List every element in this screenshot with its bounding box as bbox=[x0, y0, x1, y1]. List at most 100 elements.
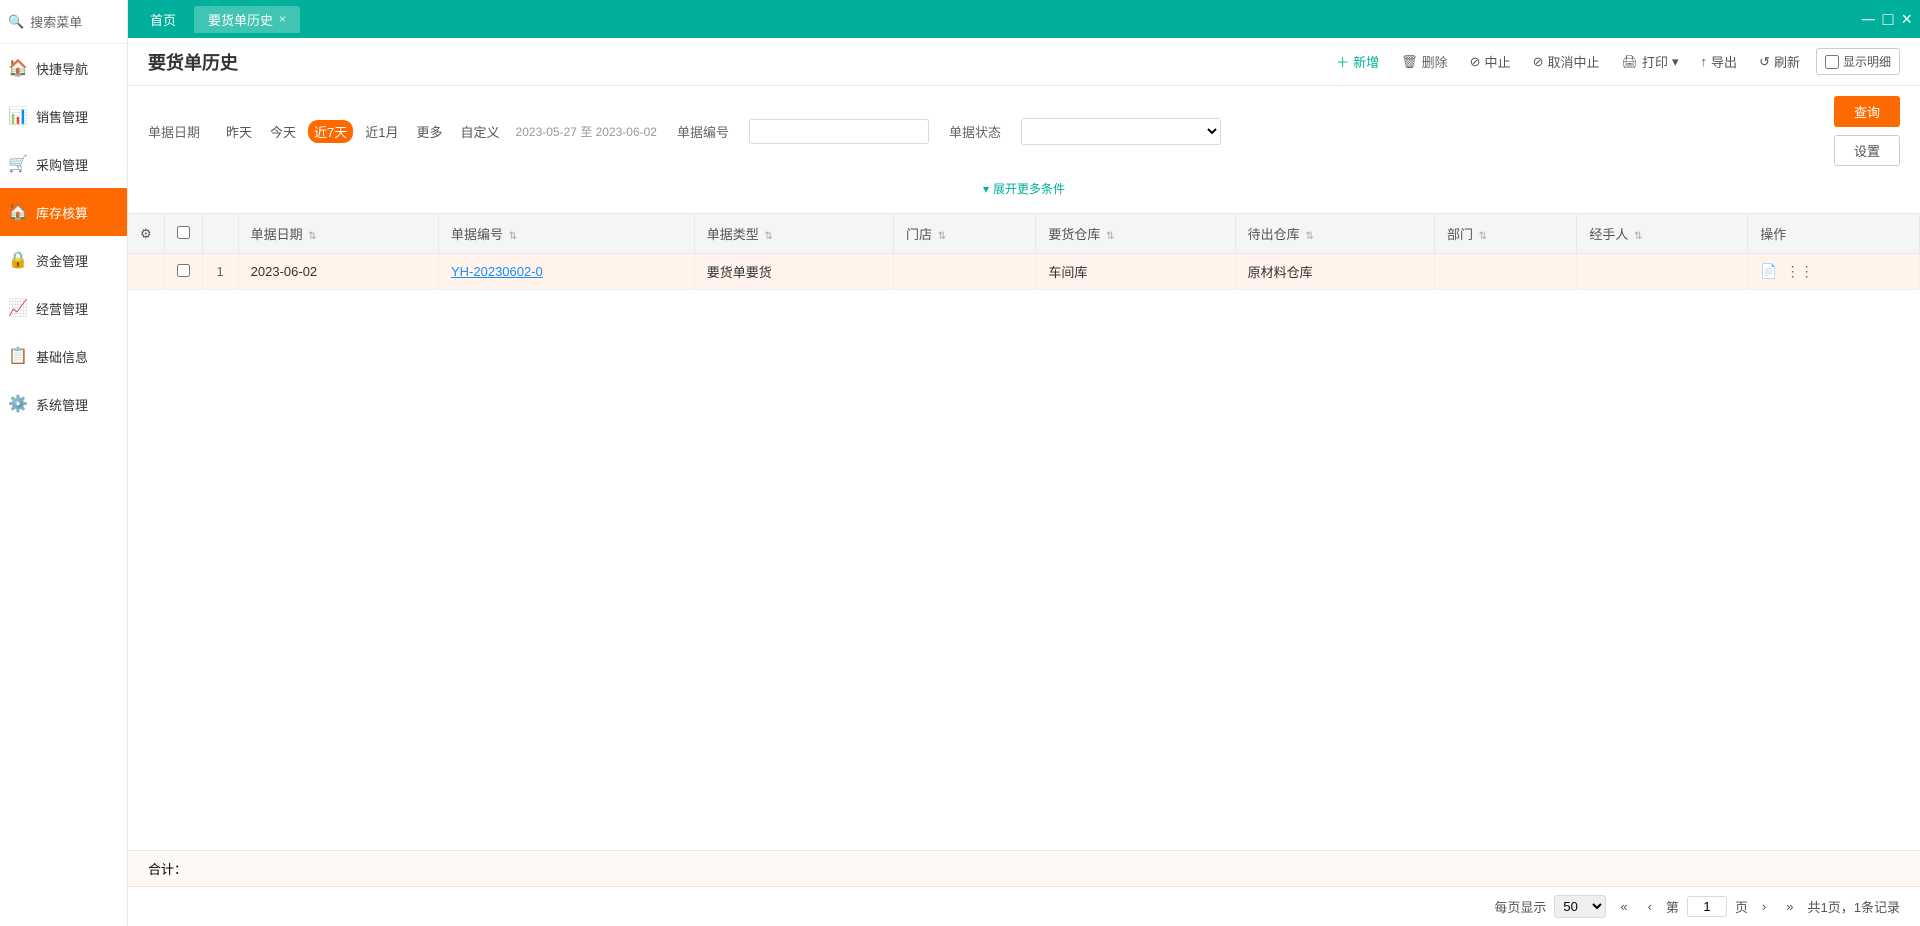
col-action-label: 操作 bbox=[1760, 227, 1786, 242]
col-settings[interactable]: ⚙ bbox=[128, 214, 164, 254]
row-date: 2023-06-02 bbox=[238, 254, 438, 290]
row-num: 1 bbox=[202, 254, 238, 290]
page-label: 第 bbox=[1666, 897, 1679, 916]
sidebar-item-label: 基础信息 bbox=[36, 347, 88, 366]
date-option-1month[interactable]: 近1月 bbox=[359, 120, 404, 143]
sidebar-item-purchase[interactable]: 🛒 采购管理 bbox=[0, 140, 127, 188]
sidebar-item-operations[interactable]: 📈 经营管理 bbox=[0, 284, 127, 332]
tab-close-icon[interactable]: × bbox=[279, 12, 286, 26]
expand-chevron-icon: ▾ bbox=[983, 182, 989, 196]
delete-button[interactable]: 🗑 删除 bbox=[1395, 48, 1454, 75]
date-option-more[interactable]: 更多 bbox=[411, 120, 449, 143]
window-minimize-icon[interactable]: ─ bbox=[1862, 9, 1875, 30]
doc-no-input[interactable] bbox=[749, 119, 929, 144]
status-select[interactable] bbox=[1022, 119, 1220, 144]
sidebar-item-quick-nav[interactable]: 🏠 快捷导航 bbox=[0, 44, 127, 92]
sidebar-item-system[interactable]: ⚙️ 系统管理 bbox=[0, 380, 127, 428]
date-option-custom[interactable]: 自定义 bbox=[455, 120, 506, 143]
col-req-warehouse-sort-icon: ⇅ bbox=[1106, 231, 1114, 242]
new-label: 新增 bbox=[1353, 52, 1379, 71]
sidebar-item-label: 采购管理 bbox=[36, 155, 88, 174]
page-number-input[interactable] bbox=[1687, 896, 1727, 917]
sidebar-item-label: 系统管理 bbox=[36, 395, 88, 414]
cancel-stop-button[interactable]: ⊘ 取消中止 bbox=[1527, 48, 1606, 75]
row-checkbox-cell[interactable] bbox=[164, 254, 202, 290]
sidebar-item-label: 资金管理 bbox=[36, 251, 88, 270]
col-action: 操作 bbox=[1748, 214, 1920, 254]
row-edit-icon[interactable]: 📄 bbox=[1760, 263, 1777, 280]
date-option-7days[interactable]: 近7天 bbox=[308, 120, 353, 143]
date-option-today[interactable]: 今天 bbox=[264, 120, 302, 143]
sidebar-item-inventory[interactable]: 🏠 库存核算 bbox=[0, 188, 127, 236]
show-detail-checkbox[interactable] bbox=[1825, 55, 1839, 69]
row-more-icon[interactable]: ⋮⋮ bbox=[1786, 263, 1814, 280]
col-dept-sort-icon: ⇅ bbox=[1479, 231, 1487, 242]
doc-no-label: 单据编号 bbox=[677, 122, 729, 141]
sidebar-item-basic-info[interactable]: 📋 基础信息 bbox=[0, 332, 127, 380]
tab-home[interactable]: 首页 bbox=[136, 6, 190, 33]
sidebar-item-finance[interactable]: 🔒 资金管理 bbox=[0, 236, 127, 284]
col-date-sort-icon: ⇅ bbox=[308, 231, 316, 242]
refresh-icon: ↺ bbox=[1759, 54, 1770, 70]
date-filter-label: 单据日期 bbox=[148, 122, 200, 141]
print-icon: 🖨 bbox=[1621, 54, 1638, 70]
sidebar-item-label: 库存核算 bbox=[36, 203, 88, 222]
settings-button[interactable]: 设置 bbox=[1834, 135, 1900, 166]
col-store-sort-icon: ⇅ bbox=[938, 231, 946, 242]
print-button[interactable]: 🖨 打印 ▾ bbox=[1615, 48, 1684, 75]
per-page-select[interactable]: 20 50 100 200 bbox=[1554, 895, 1606, 918]
per-page-label: 每页显示 bbox=[1494, 897, 1546, 916]
new-icon: ＋ bbox=[1336, 52, 1349, 71]
tab-current[interactable]: 要货单历史 × bbox=[194, 6, 300, 33]
data-table: ⚙ 单据日期 ⇅ 单据编号 ⇅ 单据类型 ⇅ bbox=[128, 214, 1920, 290]
cancel-stop-label: 取消中止 bbox=[1547, 52, 1599, 71]
show-detail-button[interactable]: 显示明细 bbox=[1816, 48, 1900, 75]
page-header: 要货单历史 ＋ 新增 🗑 删除 ⊘ 中止 ⊘ 取消中止 🖨 打印 ▾ bbox=[128, 38, 1920, 86]
query-button[interactable]: 查询 bbox=[1834, 96, 1900, 127]
select-all-checkbox[interactable] bbox=[177, 226, 190, 239]
first-page-button[interactable]: « bbox=[1614, 897, 1633, 916]
expand-more-button[interactable]: ▾ 展开更多条件 bbox=[148, 174, 1900, 203]
pagination-bar: 每页显示 20 50 100 200 « ‹ 第 页 › » 共1页，1条记录 bbox=[128, 886, 1920, 926]
sidebar-search-label: 搜索菜单 bbox=[30, 12, 82, 31]
basic-info-icon: 📋 bbox=[8, 346, 28, 366]
col-doc-no-sort-icon: ⇅ bbox=[509, 231, 517, 242]
col-dept-label: 部门 bbox=[1447, 227, 1473, 242]
col-dept[interactable]: 部门 ⇅ bbox=[1434, 214, 1576, 254]
row-doc-no[interactable]: YH-20230602-0 bbox=[438, 254, 694, 290]
row-actions: 📄 ⋮⋮ bbox=[1748, 254, 1920, 290]
col-pending-warehouse-sort-icon: ⇅ bbox=[1305, 231, 1313, 242]
tab-bar: 首页 要货单历史 × ─ □ × bbox=[128, 0, 1920, 38]
row-handler bbox=[1577, 254, 1748, 290]
date-option-yesterday[interactable]: 昨天 bbox=[220, 120, 258, 143]
expand-label: 展开更多条件 bbox=[993, 180, 1065, 197]
stop-button[interactable]: ⊘ 中止 bbox=[1464, 48, 1517, 75]
col-date[interactable]: 单据日期 ⇅ bbox=[238, 214, 438, 254]
col-doc-no[interactable]: 单据编号 ⇅ bbox=[438, 214, 694, 254]
row-settings-cell bbox=[128, 254, 164, 290]
sidebar-search[interactable]: 🔍 搜索菜单 bbox=[0, 0, 127, 44]
row-req-warehouse: 车间库 bbox=[1036, 254, 1235, 290]
purchase-icon: 🛒 bbox=[8, 154, 28, 174]
last-page-button[interactable]: » bbox=[1780, 897, 1799, 916]
window-maximize-icon[interactable]: □ bbox=[1883, 9, 1894, 30]
col-req-warehouse[interactable]: 要货仓库 ⇅ bbox=[1036, 214, 1235, 254]
new-button[interactable]: ＋ 新增 bbox=[1330, 48, 1385, 75]
system-icon: ⚙️ bbox=[8, 394, 28, 414]
col-date-label: 单据日期 bbox=[251, 227, 303, 242]
cancel-stop-icon: ⊘ bbox=[1533, 54, 1544, 70]
col-store[interactable]: 门店 ⇅ bbox=[894, 214, 1036, 254]
toolbar: ＋ 新增 🗑 删除 ⊘ 中止 ⊘ 取消中止 🖨 打印 ▾ ↑ 导 bbox=[1330, 48, 1900, 75]
sidebar-item-sales[interactable]: 📊 销售管理 bbox=[0, 92, 127, 140]
prev-page-button[interactable]: ‹ bbox=[1642, 897, 1658, 916]
col-pending-warehouse[interactable]: 待出仓库 ⇅ bbox=[1235, 214, 1434, 254]
window-close-icon[interactable]: × bbox=[1901, 9, 1912, 30]
refresh-button[interactable]: ↺ 刷新 bbox=[1753, 48, 1806, 75]
table-footer: 合计： bbox=[128, 850, 1920, 886]
next-page-button[interactable]: › bbox=[1756, 897, 1772, 916]
export-button[interactable]: ↑ 导出 bbox=[1695, 48, 1744, 75]
col-handler[interactable]: 经手人 ⇅ bbox=[1577, 214, 1748, 254]
col-doc-type[interactable]: 单据类型 ⇅ bbox=[694, 214, 893, 254]
page-title: 要货单历史 bbox=[148, 49, 238, 75]
total-info: 共1页，1条记录 bbox=[1808, 897, 1900, 916]
